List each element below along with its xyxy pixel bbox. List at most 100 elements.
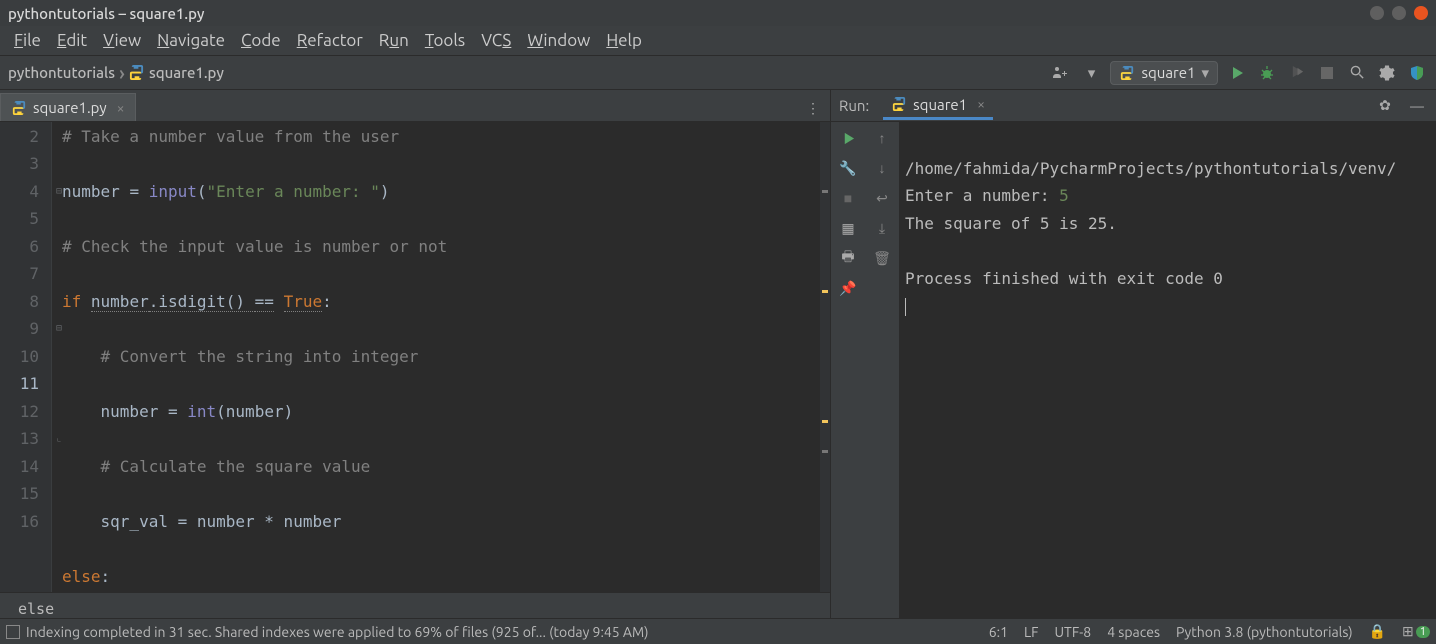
breadcrumb-root[interactable]: pythontutorials (8, 64, 115, 81)
python-file-icon (891, 96, 907, 112)
add-config-icon[interactable] (1050, 62, 1072, 84)
menu-vcs[interactable]: VCS (475, 29, 517, 52)
menu-help[interactable]: Help (600, 29, 648, 52)
menu-code[interactable]: Code (235, 29, 287, 52)
rerun-button[interactable] (838, 128, 858, 148)
line-number: 11 (4, 370, 39, 398)
shield-icon[interactable] (1406, 62, 1428, 84)
encoding[interactable]: UTF-8 (1055, 624, 1092, 640)
line-number: 6 (4, 233, 39, 261)
close-icon[interactable]: × (117, 100, 125, 116)
stop-button[interactable]: ■ (838, 188, 858, 208)
line-number: 15 (4, 480, 39, 508)
editor-tab[interactable]: square1.py × (0, 93, 136, 121)
code-editor[interactable]: 1 2 3 4 5 6 7 8 9 10 11 12 13 14 15 16 ⊟ (0, 90, 830, 618)
layout-icon[interactable]: ▦ (838, 218, 858, 238)
menu-navigate[interactable]: Navigate (151, 29, 231, 52)
gutter: 1 2 3 4 5 6 7 8 9 10 11 12 13 14 15 16 (0, 90, 52, 618)
coverage-button[interactable] (1286, 62, 1308, 84)
chevron-down-icon[interactable]: ▾ (1080, 62, 1102, 84)
chevron-right-icon: › (119, 63, 125, 83)
down-icon[interactable]: ↓ (872, 158, 892, 178)
window-close-button[interactable] (1414, 6, 1428, 20)
chevron-down-icon: ▾ (1201, 64, 1209, 82)
softwrap-icon[interactable]: ↩ (872, 188, 892, 208)
output-prompt: Enter a number: (905, 186, 1059, 205)
window-minimize-button[interactable] (1370, 6, 1384, 20)
editor-breadcrumb[interactable]: else (0, 592, 830, 618)
titlebar: pythontutorials – square1.py (0, 0, 1436, 26)
line-number: 12 (4, 398, 39, 426)
run-config-selector[interactable]: square1 ▾ (1110, 61, 1218, 85)
menu-refactor[interactable]: Refactor (291, 29, 369, 52)
status-message: Indexing completed in 31 sec. Shared ind… (26, 624, 649, 640)
more-icon[interactable]: ⋮ (806, 100, 820, 117)
line-number: 14 (4, 453, 39, 481)
debug-button[interactable] (1256, 62, 1278, 84)
line-number: 8 (4, 288, 39, 316)
output-result: The square of 5 is 25. (905, 214, 1117, 233)
tab-label: square1.py (33, 99, 107, 116)
run-tool-window: Run: square1 × ✿ — 🔧 ■ ▦ 🖶 📌 (830, 90, 1436, 618)
output-user-input: 5 (1059, 186, 1069, 205)
pin-icon[interactable]: 📌 (838, 278, 858, 298)
menubar: File Edit View Navigate Code Refactor Ru… (0, 26, 1436, 56)
python-file-icon (129, 65, 145, 81)
indent-setting[interactable]: 4 spaces (1107, 624, 1160, 640)
menu-view[interactable]: View (97, 29, 147, 52)
window-maximize-button[interactable] (1392, 6, 1406, 20)
print-icon[interactable]: 🖶 (838, 248, 858, 268)
run-header: Run: square1 × ✿ — (831, 90, 1436, 122)
event-log-icon[interactable]: ⊞1 (1402, 623, 1430, 640)
up-icon[interactable]: ↑ (872, 128, 892, 148)
close-icon[interactable]: × (977, 96, 985, 112)
scrollbar[interactable] (820, 90, 830, 618)
breadcrumb[interactable]: pythontutorials › square1.py (8, 63, 224, 83)
gear-icon[interactable] (1376, 62, 1398, 84)
interpreter[interactable]: Python 3.8 (pythontutorials) (1176, 624, 1353, 640)
search-icon[interactable] (1346, 62, 1368, 84)
navigation-bar: pythontutorials › square1.py ▾ square1 ▾ (0, 56, 1436, 90)
output-exit: Process finished with exit code 0 (905, 269, 1223, 288)
line-number: 2 (4, 123, 39, 151)
cursor-icon (905, 298, 906, 316)
line-number: 7 (4, 260, 39, 288)
line-number: 13 (4, 425, 39, 453)
menu-run[interactable]: Run (373, 29, 415, 52)
output-path: /home/fahmida/PycharmProjects/pythontuto… (905, 159, 1396, 178)
console-output[interactable]: /home/fahmida/PycharmProjects/pythontuto… (899, 122, 1436, 618)
lock-icon[interactable]: 🔒 (1369, 623, 1386, 640)
line-number: 10 (4, 343, 39, 371)
python-file-icon (11, 100, 27, 116)
line-number: 9 (4, 315, 39, 343)
line-number: 16 (4, 508, 39, 536)
menu-file[interactable]: File (8, 29, 47, 52)
editor-tabs: square1.py × ⋮ (0, 90, 830, 122)
run-button[interactable] (1226, 62, 1248, 84)
code-area[interactable]: # Take a number value from the user numb… (52, 90, 830, 618)
gear-icon[interactable]: ✿ (1374, 95, 1396, 117)
cursor-position[interactable]: 6:1 (989, 624, 1008, 640)
stop-button[interactable] (1316, 62, 1338, 84)
run-toolbar-nav: ↑ ↓ ↩ ⤓ 🗑 (865, 122, 899, 618)
line-number: 3 (4, 150, 39, 178)
run-tab[interactable]: square1 × (883, 92, 993, 120)
line-number: 5 (4, 205, 39, 233)
run-toolbar-left: 🔧 ■ ▦ 🖶 📌 (831, 122, 865, 618)
menu-edit[interactable]: Edit (51, 29, 93, 52)
menu-window[interactable]: Window (521, 29, 596, 52)
status-bar: Indexing completed in 31 sec. Shared ind… (0, 618, 1436, 644)
trash-icon[interactable]: 🗑 (872, 248, 892, 268)
hide-icon[interactable]: — (1406, 95, 1428, 117)
toolwindow-toggle-icon[interactable] (6, 625, 20, 639)
run-config-name: square1 (1141, 64, 1195, 81)
menu-tools[interactable]: Tools (419, 29, 471, 52)
breadcrumb-file[interactable]: square1.py (149, 64, 224, 81)
python-file-icon (1119, 65, 1135, 81)
scroll-end-icon[interactable]: ⤓ (872, 218, 892, 238)
line-ending[interactable]: LF (1024, 624, 1039, 640)
window-title: pythontutorials – square1.py (8, 5, 204, 22)
line-number: 4 (4, 178, 39, 206)
wrench-icon[interactable]: 🔧 (838, 158, 858, 178)
run-label: Run: (839, 97, 869, 114)
